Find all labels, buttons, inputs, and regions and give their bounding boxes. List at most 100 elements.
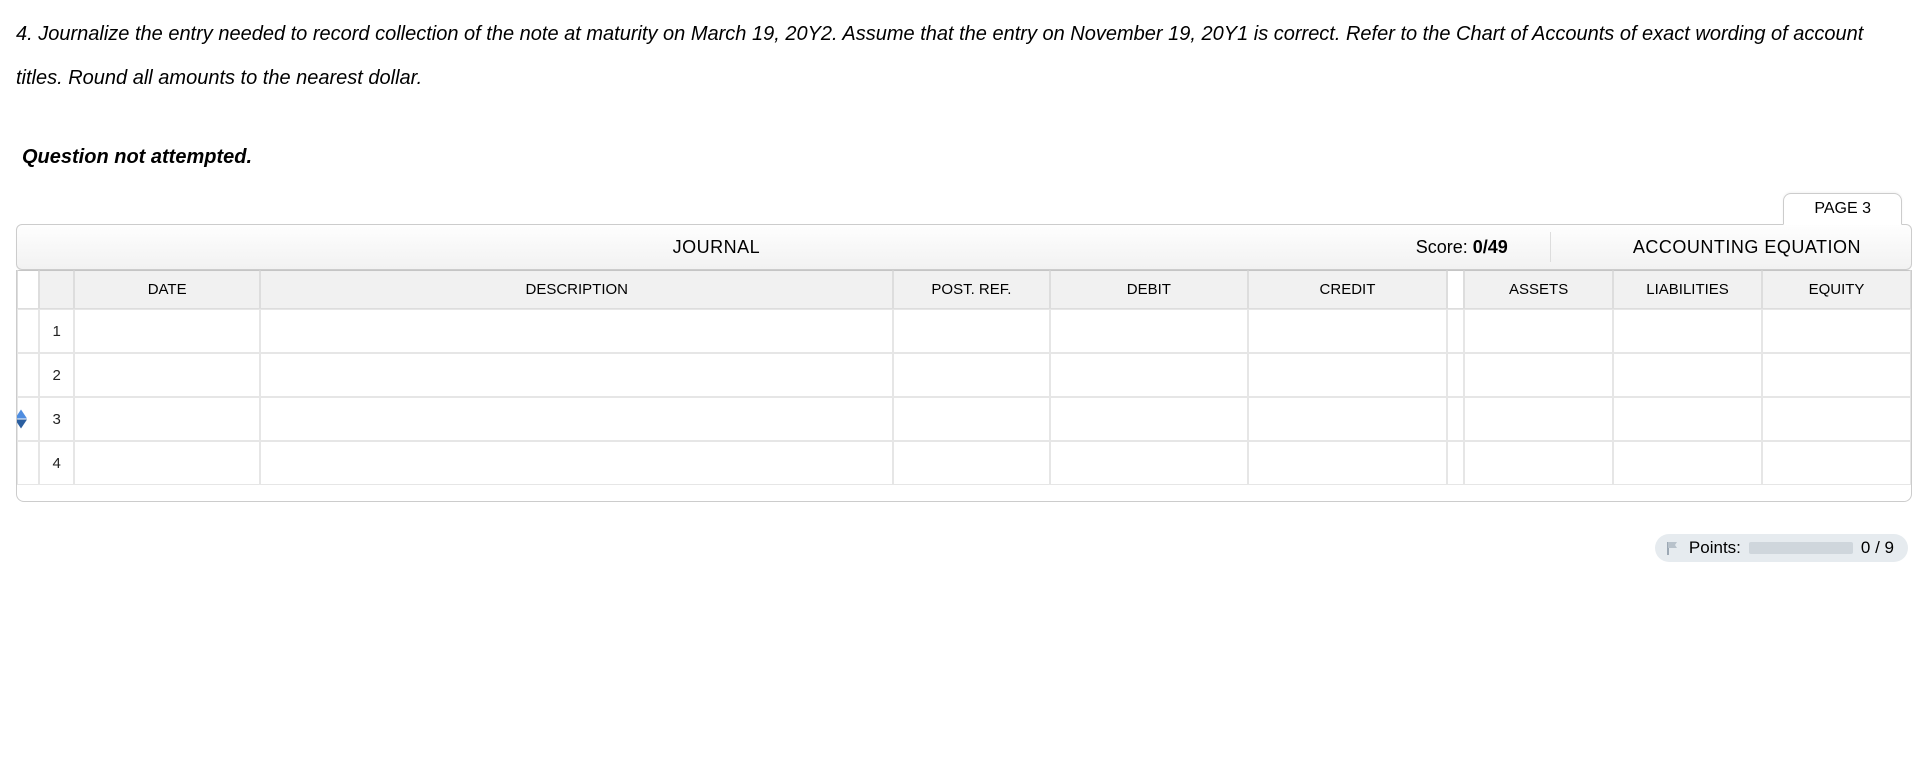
- liabilities-input[interactable]: [1614, 354, 1761, 396]
- question-text: 4. Journalize the entry needed to record…: [16, 12, 1912, 100]
- cell-assets[interactable]: [1464, 441, 1613, 485]
- credit-input[interactable]: [1249, 398, 1446, 440]
- cell-post_ref[interactable]: [893, 441, 1049, 485]
- flag-icon[interactable]: [1665, 540, 1681, 556]
- journal-table: DATE DESCRIPTION POST. REF. DEBIT CREDIT…: [17, 270, 1911, 485]
- equity-input[interactable]: [1763, 442, 1910, 484]
- cell-equity[interactable]: [1762, 397, 1911, 441]
- table-row: 2: [17, 353, 1911, 397]
- cell-description[interactable]: [260, 441, 893, 485]
- header-rownum: [39, 270, 74, 309]
- description-input[interactable]: [261, 398, 892, 440]
- page-tab[interactable]: PAGE 3: [1783, 193, 1902, 225]
- cell-post_ref[interactable]: [893, 353, 1049, 397]
- description-input[interactable]: [261, 354, 892, 396]
- cell-equity[interactable]: [1762, 353, 1911, 397]
- cell-liabilities[interactable]: [1613, 397, 1762, 441]
- gap-cell: [1447, 353, 1464, 397]
- post_ref-input[interactable]: [894, 354, 1048, 396]
- cell-liabilities[interactable]: [1613, 441, 1762, 485]
- cell-post_ref[interactable]: [893, 397, 1049, 441]
- post_ref-input[interactable]: [894, 310, 1048, 352]
- header-post-ref: POST. REF.: [893, 270, 1049, 309]
- cell-description[interactable]: [260, 309, 893, 353]
- gap-cell: [1447, 309, 1464, 353]
- cell-assets[interactable]: [1464, 397, 1613, 441]
- move-up-icon[interactable]: [16, 410, 27, 419]
- header-date: DATE: [74, 270, 260, 309]
- cell-equity[interactable]: [1762, 441, 1911, 485]
- row-handle[interactable]: [17, 397, 39, 441]
- date-input[interactable]: [75, 442, 259, 484]
- cell-equity[interactable]: [1762, 309, 1911, 353]
- debit-input[interactable]: [1051, 398, 1248, 440]
- header-equity: EQUITY: [1762, 270, 1911, 309]
- table-row: 3: [17, 397, 1911, 441]
- credit-input[interactable]: [1249, 310, 1446, 352]
- header-assets: ASSETS: [1464, 270, 1613, 309]
- debit-input[interactable]: [1051, 310, 1248, 352]
- cell-debit[interactable]: [1050, 353, 1249, 397]
- assets-input[interactable]: [1465, 354, 1612, 396]
- row-handle[interactable]: [17, 309, 39, 353]
- move-down-icon[interactable]: [16, 420, 27, 429]
- row-number: 4: [39, 441, 74, 485]
- cell-credit[interactable]: [1248, 309, 1447, 353]
- row-number: 3: [39, 397, 74, 441]
- header-gap: [1447, 270, 1464, 309]
- table-row: 4: [17, 441, 1911, 485]
- row-number: 2: [39, 353, 74, 397]
- cell-description[interactable]: [260, 353, 893, 397]
- points-value: 0 / 9: [1861, 538, 1894, 558]
- liabilities-input[interactable]: [1614, 398, 1761, 440]
- assets-input[interactable]: [1465, 310, 1612, 352]
- cell-date[interactable]: [74, 397, 260, 441]
- assets-input[interactable]: [1465, 442, 1612, 484]
- credit-input[interactable]: [1249, 442, 1446, 484]
- header-row: DATE DESCRIPTION POST. REF. DEBIT CREDIT…: [17, 270, 1911, 309]
- cell-debit[interactable]: [1050, 309, 1249, 353]
- cell-liabilities[interactable]: [1613, 353, 1762, 397]
- journal-heading: JOURNAL: [17, 237, 1416, 258]
- description-input[interactable]: [261, 310, 892, 352]
- date-input[interactable]: [75, 354, 259, 396]
- equity-input[interactable]: [1763, 354, 1910, 396]
- row-handle[interactable]: [17, 441, 39, 485]
- cell-credit[interactable]: [1248, 441, 1447, 485]
- cell-credit[interactable]: [1248, 353, 1447, 397]
- gap-cell: [1447, 397, 1464, 441]
- credit-input[interactable]: [1249, 354, 1446, 396]
- equity-input[interactable]: [1763, 310, 1910, 352]
- cell-assets[interactable]: [1464, 309, 1613, 353]
- equity-input[interactable]: [1763, 398, 1910, 440]
- liabilities-input[interactable]: [1614, 442, 1761, 484]
- points-label: Points:: [1689, 538, 1741, 558]
- assets-input[interactable]: [1465, 398, 1612, 440]
- liabilities-input[interactable]: [1614, 310, 1761, 352]
- header-liabilities: LIABILITIES: [1613, 270, 1762, 309]
- post_ref-input[interactable]: [894, 398, 1048, 440]
- description-input[interactable]: [261, 442, 892, 484]
- post_ref-input[interactable]: [894, 442, 1048, 484]
- score-display: Score: 0/49: [1416, 237, 1508, 258]
- debit-input[interactable]: [1051, 354, 1248, 396]
- cell-date[interactable]: [74, 353, 260, 397]
- cell-assets[interactable]: [1464, 353, 1613, 397]
- header-handle: [17, 270, 39, 309]
- cell-debit[interactable]: [1050, 397, 1249, 441]
- cell-date[interactable]: [74, 309, 260, 353]
- cell-credit[interactable]: [1248, 397, 1447, 441]
- points-pill: Points: 0 / 9: [1655, 534, 1908, 562]
- cell-liabilities[interactable]: [1613, 309, 1762, 353]
- table-row: 1: [17, 309, 1911, 353]
- debit-input[interactable]: [1051, 442, 1248, 484]
- date-input[interactable]: [75, 310, 259, 352]
- score-label: Score:: [1416, 237, 1468, 257]
- cell-debit[interactable]: [1050, 441, 1249, 485]
- journal-table-container: DATE DESCRIPTION POST. REF. DEBIT CREDIT…: [16, 270, 1912, 502]
- cell-post_ref[interactable]: [893, 309, 1049, 353]
- date-input[interactable]: [75, 398, 259, 440]
- cell-description[interactable]: [260, 397, 893, 441]
- cell-date[interactable]: [74, 441, 260, 485]
- row-handle[interactable]: [17, 353, 39, 397]
